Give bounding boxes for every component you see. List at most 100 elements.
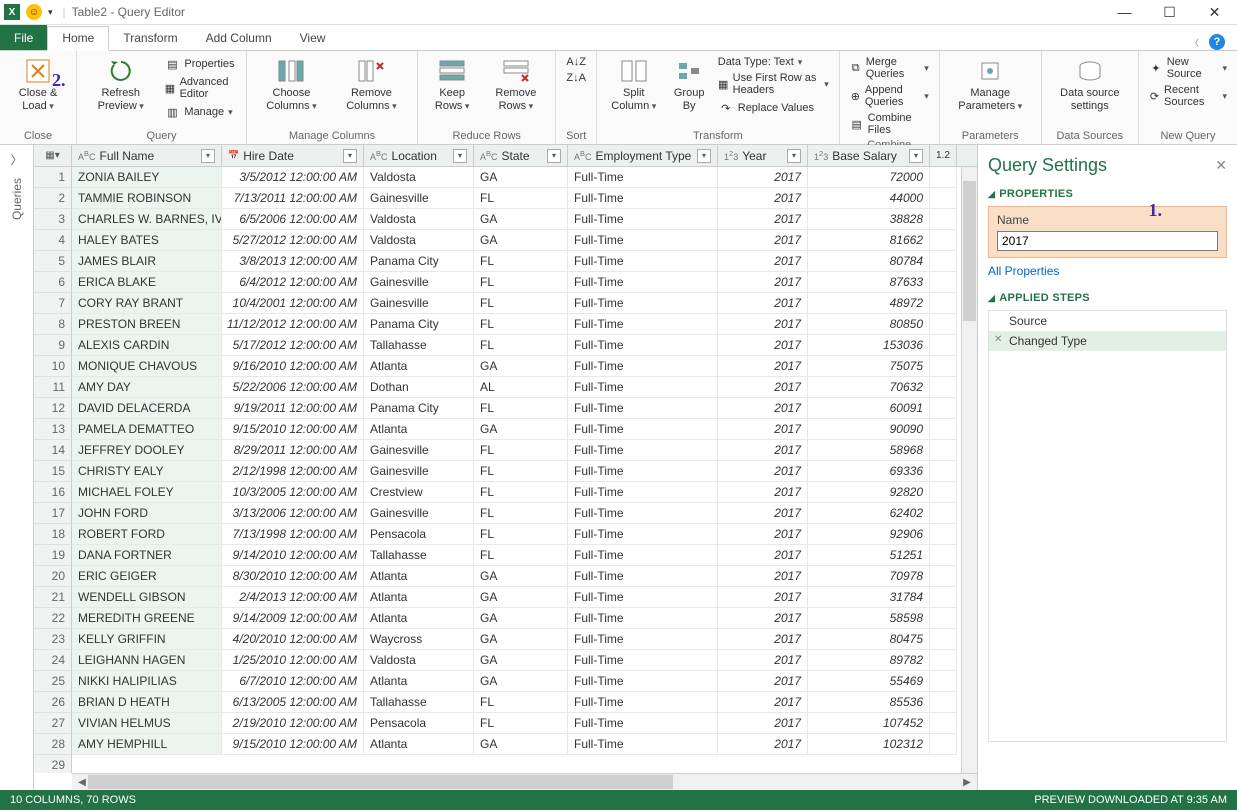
- cell-hire-date[interactable]: 6/5/2006 12:00:00 AM: [222, 209, 364, 230]
- cell-year[interactable]: 2017: [718, 503, 808, 524]
- properties-button[interactable]: ▤Properties: [162, 55, 238, 73]
- cell-employment-type[interactable]: Full-Time: [568, 272, 718, 293]
- cell-employment-type[interactable]: Full-Time: [568, 314, 718, 335]
- cell-location[interactable]: Gainesville: [364, 440, 474, 461]
- cell-hire-date[interactable]: 2/4/2013 12:00:00 AM: [222, 587, 364, 608]
- cell-hire-date[interactable]: 3/8/2013 12:00:00 AM: [222, 251, 364, 272]
- cell-employment-type[interactable]: Full-Time: [568, 188, 718, 209]
- cell-location[interactable]: Panama City: [364, 251, 474, 272]
- cell-year[interactable]: 2017: [718, 377, 808, 398]
- tab-file[interactable]: File: [0, 25, 47, 50]
- cell-year[interactable]: 2017: [718, 272, 808, 293]
- cell-year[interactable]: 2017: [718, 482, 808, 503]
- cell-state[interactable]: GA: [474, 650, 568, 671]
- cell-location[interactable]: Panama City: [364, 398, 474, 419]
- query-name-input[interactable]: [997, 231, 1218, 251]
- cell-year[interactable]: 2017: [718, 650, 808, 671]
- table-row[interactable]: 17JOHN FORD3/13/2006 12:00:00 AMGainesvi…: [34, 503, 977, 524]
- cell-base-salary[interactable]: 70632: [808, 377, 930, 398]
- row-number[interactable]: 19: [34, 545, 72, 566]
- cell-base-salary[interactable]: 81662: [808, 230, 930, 251]
- cell-partial[interactable]: [930, 713, 957, 734]
- qat-dropdown-icon[interactable]: ▾: [48, 7, 53, 18]
- cell-hire-date[interactable]: 9/15/2010 12:00:00 AM: [222, 734, 364, 755]
- cell-year[interactable]: 2017: [718, 335, 808, 356]
- cell-hire-date[interactable]: 10/3/2005 12:00:00 AM: [222, 482, 364, 503]
- table-row[interactable]: 9ALEXIS CARDIN5/17/2012 12:00:00 AMTalla…: [34, 335, 977, 356]
- cell-base-salary[interactable]: 92820: [808, 482, 930, 503]
- cell-employment-type[interactable]: Full-Time: [568, 461, 718, 482]
- row-number[interactable]: 4: [34, 230, 72, 251]
- cell-year[interactable]: 2017: [718, 293, 808, 314]
- cell-partial[interactable]: [930, 482, 957, 503]
- append-queries-button[interactable]: ⊕Append Queries: [848, 83, 931, 109]
- replace-values-button[interactable]: ↷Replace Values: [716, 99, 831, 117]
- row-number[interactable]: 27: [34, 713, 72, 734]
- cell-partial[interactable]: [930, 524, 957, 545]
- cell-full-name[interactable]: BRIAN D HEATH: [72, 692, 222, 713]
- queries-rail[interactable]: 〉 Queries: [0, 145, 34, 790]
- cell-full-name[interactable]: LEIGHANN HAGEN: [72, 650, 222, 671]
- col-header-base-salary[interactable]: 123Base Salary▾: [808, 145, 930, 166]
- collapse-icon[interactable]: ◢: [988, 189, 995, 200]
- cell-employment-type[interactable]: Full-Time: [568, 230, 718, 251]
- tab-view[interactable]: View: [286, 25, 340, 50]
- cell-location[interactable]: Valdosta: [364, 167, 474, 188]
- cell-state[interactable]: FL: [474, 314, 568, 335]
- cell-full-name[interactable]: PAMELA DEMATTEO: [72, 419, 222, 440]
- cell-state[interactable]: FL: [474, 713, 568, 734]
- row-number[interactable]: 23: [34, 629, 72, 650]
- cell-location[interactable]: Atlanta: [364, 734, 474, 755]
- row-number[interactable]: 28: [34, 734, 72, 755]
- cell-partial[interactable]: [930, 377, 957, 398]
- cell-location[interactable]: Tallahasse: [364, 335, 474, 356]
- cell-hire-date[interactable]: 6/4/2012 12:00:00 AM: [222, 272, 364, 293]
- cell-state[interactable]: GA: [474, 629, 568, 650]
- row-number[interactable]: 21: [34, 587, 72, 608]
- table-row[interactable]: 12DAVID DELACERDA9/19/2011 12:00:00 AMPa…: [34, 398, 977, 419]
- cell-base-salary[interactable]: 48972: [808, 293, 930, 314]
- cell-full-name[interactable]: HALEY BATES: [72, 230, 222, 251]
- col-header-partial[interactable]: 1.2: [930, 145, 957, 166]
- cell-location[interactable]: Tallahasse: [364, 545, 474, 566]
- table-row[interactable]: 15CHRISTY EALY2/12/1998 12:00:00 AMGaine…: [34, 461, 977, 482]
- row-number[interactable]: 1: [34, 167, 72, 188]
- ribbon-collapse-icon[interactable]: 〈: [1190, 36, 1199, 49]
- cell-base-salary[interactable]: 58968: [808, 440, 930, 461]
- cell-employment-type[interactable]: Full-Time: [568, 650, 718, 671]
- tab-home[interactable]: Home: [47, 26, 109, 51]
- cell-state[interactable]: GA: [474, 566, 568, 587]
- row-number[interactable]: 17: [34, 503, 72, 524]
- cell-partial[interactable]: [930, 629, 957, 650]
- cell-base-salary[interactable]: 72000: [808, 167, 930, 188]
- filter-icon[interactable]: ▾: [787, 149, 801, 163]
- cell-year[interactable]: 2017: [718, 398, 808, 419]
- filter-icon[interactable]: ▾: [697, 149, 711, 163]
- table-row[interactable]: 26BRIAN D HEATH6/13/2005 12:00:00 AMTall…: [34, 692, 977, 713]
- cell-state[interactable]: FL: [474, 545, 568, 566]
- table-row[interactable]: 21WENDELL GIBSON2/4/2013 12:00:00 AMAtla…: [34, 587, 977, 608]
- combine-files-button[interactable]: ▤Combine Files: [848, 111, 931, 137]
- cell-full-name[interactable]: TAMMIE ROBINSON: [72, 188, 222, 209]
- cell-hire-date[interactable]: 9/14/2010 12:00:00 AM: [222, 545, 364, 566]
- cell-base-salary[interactable]: 58598: [808, 608, 930, 629]
- cell-state[interactable]: GA: [474, 230, 568, 251]
- cell-base-salary[interactable]: 38828: [808, 209, 930, 230]
- cell-year[interactable]: 2017: [718, 566, 808, 587]
- col-header-state[interactable]: ABCState▾: [474, 145, 568, 166]
- cell-partial[interactable]: [930, 272, 957, 293]
- cell-full-name[interactable]: ERIC GEIGER: [72, 566, 222, 587]
- cell-hire-date[interactable]: 9/19/2011 12:00:00 AM: [222, 398, 364, 419]
- cell-full-name[interactable]: NIKKI HALIPILIAS: [72, 671, 222, 692]
- cell-hire-date[interactable]: 9/14/2009 12:00:00 AM: [222, 608, 364, 629]
- cell-employment-type[interactable]: Full-Time: [568, 692, 718, 713]
- cell-state[interactable]: FL: [474, 524, 568, 545]
- col-header-full-name[interactable]: ABCFull Name▾: [72, 145, 222, 166]
- cell-hire-date[interactable]: 3/13/2006 12:00:00 AM: [222, 503, 364, 524]
- cell-full-name[interactable]: CHARLES W. BARNES, IV: [72, 209, 222, 230]
- row-number[interactable]: 11: [34, 377, 72, 398]
- step-source[interactable]: Source: [989, 311, 1226, 331]
- cell-base-salary[interactable]: 60091: [808, 398, 930, 419]
- cell-hire-date[interactable]: 6/7/2010 12:00:00 AM: [222, 671, 364, 692]
- hscroll-thumb[interactable]: [88, 775, 673, 789]
